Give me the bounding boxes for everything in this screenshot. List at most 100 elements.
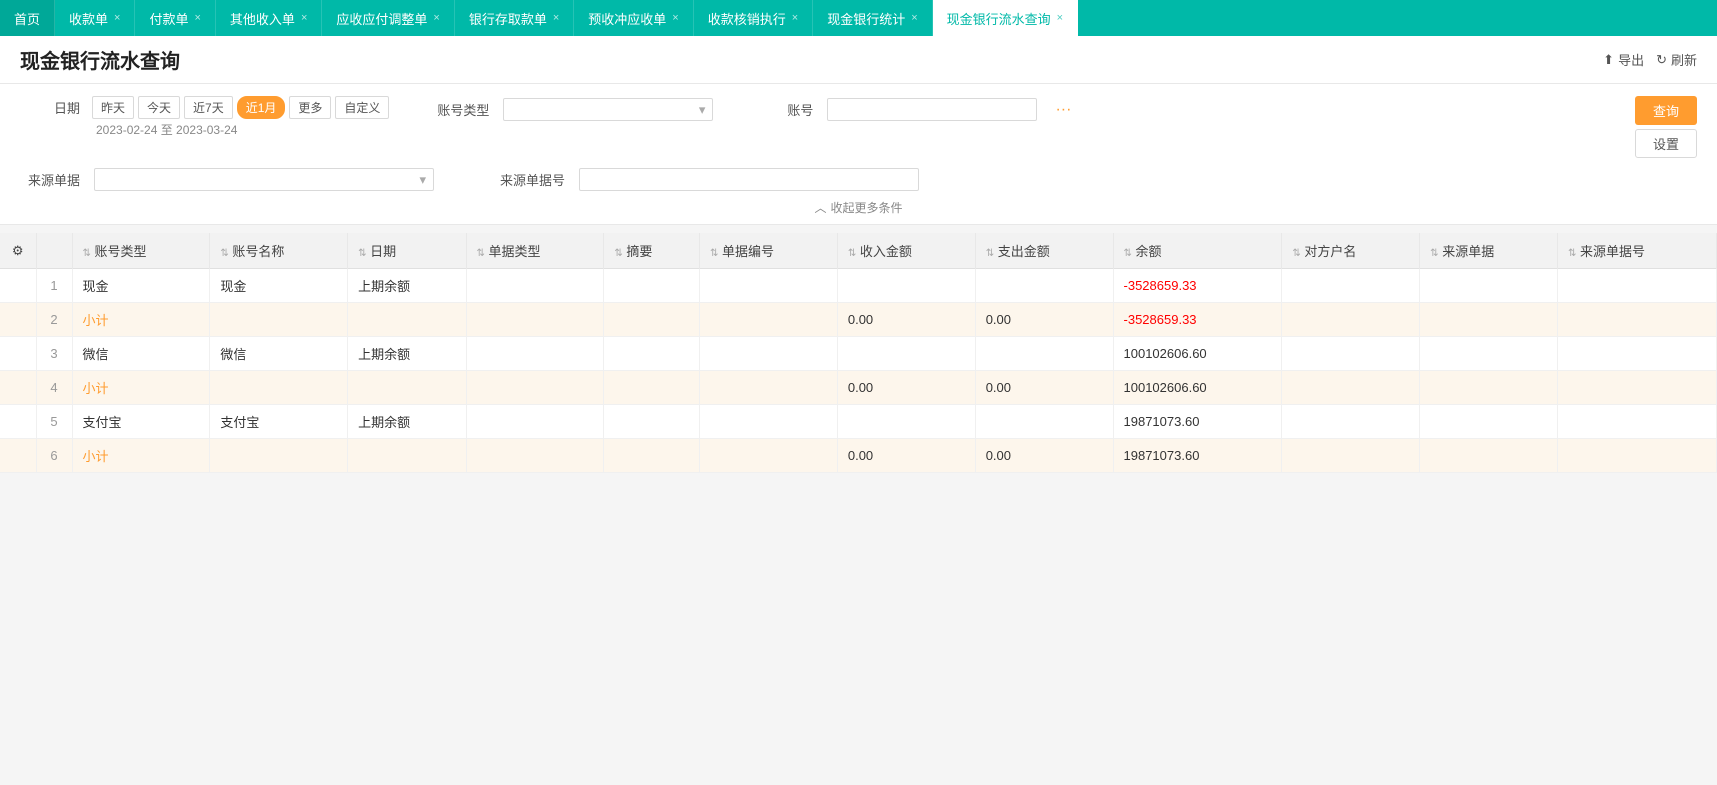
col-voucher-type[interactable]: ⇅ 单据类型 xyxy=(466,233,604,269)
row-income: 0.00 xyxy=(837,439,975,473)
nav-tab-receipt-verify[interactable]: 收款核销执行 × xyxy=(694,0,813,36)
collapse-button[interactable]: ︿ 收起更多条件 xyxy=(20,195,1697,224)
date-btn-7days[interactable]: 近7天 xyxy=(184,96,233,119)
row-summary xyxy=(604,269,700,303)
date-btn-custom[interactable]: 自定义 xyxy=(335,96,389,119)
export-icon: ⬆ xyxy=(1603,52,1614,68)
row-gear xyxy=(0,371,36,405)
col-balance[interactable]: ⇅ 余额 xyxy=(1113,233,1282,269)
col-income[interactable]: ⇅ 收入金额 xyxy=(837,233,975,269)
col-label: 账号类型 xyxy=(95,244,147,259)
col-date[interactable]: ⇅ 日期 xyxy=(348,233,466,269)
close-icon[interactable]: × xyxy=(114,12,120,24)
col-gear[interactable]: ⚙ xyxy=(0,233,36,269)
nav-tab-label: 现金银行流水查询 xyxy=(947,9,1051,28)
close-icon[interactable]: × xyxy=(911,12,917,24)
date-btn-yesterday[interactable]: 昨天 xyxy=(92,96,134,119)
table-body: 1 现金 现金 上期余额 -3528659.33 2 小计 0.00 0.00 … xyxy=(0,269,1717,473)
row-source-doc-no xyxy=(1558,337,1717,371)
close-icon[interactable]: × xyxy=(553,12,559,24)
date-options: 昨天 今天 近7天 近1月 更多 自定义 xyxy=(92,96,389,119)
col-label: 日期 xyxy=(370,244,396,259)
row-source-doc xyxy=(1420,371,1558,405)
col-account-name[interactable]: ⇅ 账号名称 xyxy=(210,233,348,269)
date-btn-1month[interactable]: 近1月 xyxy=(237,96,286,119)
row-income xyxy=(837,337,975,371)
table-row: 6 小计 0.00 0.00 19871073.60 xyxy=(0,439,1717,473)
refresh-button[interactable]: ↻ 刷新 xyxy=(1656,50,1697,69)
row-account-name xyxy=(210,439,348,473)
row-account-type: 支付宝 xyxy=(72,405,210,439)
close-icon[interactable]: × xyxy=(301,12,307,24)
nav-tab-label: 预收冲应收单 xyxy=(588,9,666,28)
row-date: 上期余额 xyxy=(348,405,466,439)
dots-icon[interactable]: ··· xyxy=(1055,101,1071,119)
source-doc-num-wrap xyxy=(579,168,919,191)
close-icon[interactable]: × xyxy=(1057,12,1063,24)
row-account-type: 现金 xyxy=(72,269,210,303)
row-date xyxy=(348,303,466,337)
nav-tab-cash-bank-stat[interactable]: 现金银行统计 × xyxy=(813,0,932,36)
row-date: 上期余额 xyxy=(348,269,466,303)
col-source-doc-no[interactable]: ⇅ 来源单据号 xyxy=(1558,233,1717,269)
row-expense xyxy=(975,405,1113,439)
nav-tab-prepaid-offset[interactable]: 预收冲应收单 × xyxy=(574,0,693,36)
nav-tab-receipts[interactable]: 收款单 × xyxy=(55,0,135,36)
export-button[interactable]: ⬆ 导出 xyxy=(1603,50,1644,69)
source-doc-label: 来源单据 xyxy=(20,170,80,189)
close-icon[interactable]: × xyxy=(194,12,200,24)
col-label: 来源单据 xyxy=(1442,244,1494,259)
nav-tab-other-income[interactable]: 其他收入单 × xyxy=(216,0,322,36)
col-summary[interactable]: ⇅ 摘要 xyxy=(604,233,700,269)
col-voucher-no[interactable]: ⇅ 单据编号 xyxy=(700,233,838,269)
row-balance: 19871073.60 xyxy=(1113,405,1282,439)
account-input[interactable] xyxy=(827,98,1037,121)
row-voucher-type xyxy=(466,269,604,303)
row-date xyxy=(348,439,466,473)
sort-icon: ⇅ xyxy=(848,248,856,259)
sort-icon: ⇅ xyxy=(1568,248,1576,259)
source-doc-num-input[interactable] xyxy=(579,168,919,191)
date-btn-today[interactable]: 今天 xyxy=(138,96,180,119)
row-source-doc xyxy=(1420,303,1558,337)
query-button[interactable]: 查询 xyxy=(1635,96,1697,125)
row-source-doc xyxy=(1420,337,1558,371)
row-voucher-no xyxy=(700,269,838,303)
chevron-up-icon: ︿ xyxy=(814,199,826,216)
date-btn-more[interactable]: 更多 xyxy=(289,96,331,119)
sort-icon: ⇅ xyxy=(220,248,228,259)
nav-tab-label: 收款核销执行 xyxy=(708,9,786,28)
col-counter-party[interactable]: ⇅ 对方户名 xyxy=(1282,233,1420,269)
close-icon[interactable]: × xyxy=(672,12,678,24)
nav-tab-ar-ap-adjust[interactable]: 应收应付调整单 × xyxy=(322,0,454,36)
row-account-type: 小计 xyxy=(72,371,210,405)
nav-tab-home[interactable]: 首页 xyxy=(0,0,55,36)
nav-tab-bank-deposit[interactable]: 银行存取款单 × xyxy=(455,0,574,36)
nav-tab-cash-bank-flow[interactable]: 现金银行流水查询 × xyxy=(933,0,1078,36)
gear-icon: ⚙ xyxy=(12,243,24,258)
row-voucher-type xyxy=(466,371,604,405)
row-summary xyxy=(604,303,700,337)
source-doc-num-label: 来源单据号 xyxy=(500,170,565,189)
account-type-input[interactable] xyxy=(503,98,713,121)
row-counter-party xyxy=(1282,269,1420,303)
row-expense xyxy=(975,269,1113,303)
row-date: 上期余额 xyxy=(348,337,466,371)
col-source-doc[interactable]: ⇅ 来源单据 xyxy=(1420,233,1558,269)
nav-tab-payments[interactable]: 付款单 × xyxy=(135,0,215,36)
settings-button[interactable]: 设置 xyxy=(1635,129,1697,158)
row-num: 3 xyxy=(36,337,72,371)
col-num xyxy=(36,233,72,269)
source-doc-input[interactable] xyxy=(94,168,434,191)
sort-icon: ⇅ xyxy=(1124,248,1132,259)
row-gear xyxy=(0,405,36,439)
table-row: 3 微信 微信 上期余额 100102606.60 xyxy=(0,337,1717,371)
row-source-doc-no xyxy=(1558,371,1717,405)
close-icon[interactable]: × xyxy=(792,12,798,24)
source-doc-wrap: ▾ xyxy=(94,168,434,191)
col-expense[interactable]: ⇅ 支出金额 xyxy=(975,233,1113,269)
close-icon[interactable]: × xyxy=(433,12,439,24)
row-voucher-no xyxy=(700,371,838,405)
col-account-type[interactable]: ⇅ 账号类型 xyxy=(72,233,210,269)
account-type-select-wrap: ▾ xyxy=(503,98,713,121)
